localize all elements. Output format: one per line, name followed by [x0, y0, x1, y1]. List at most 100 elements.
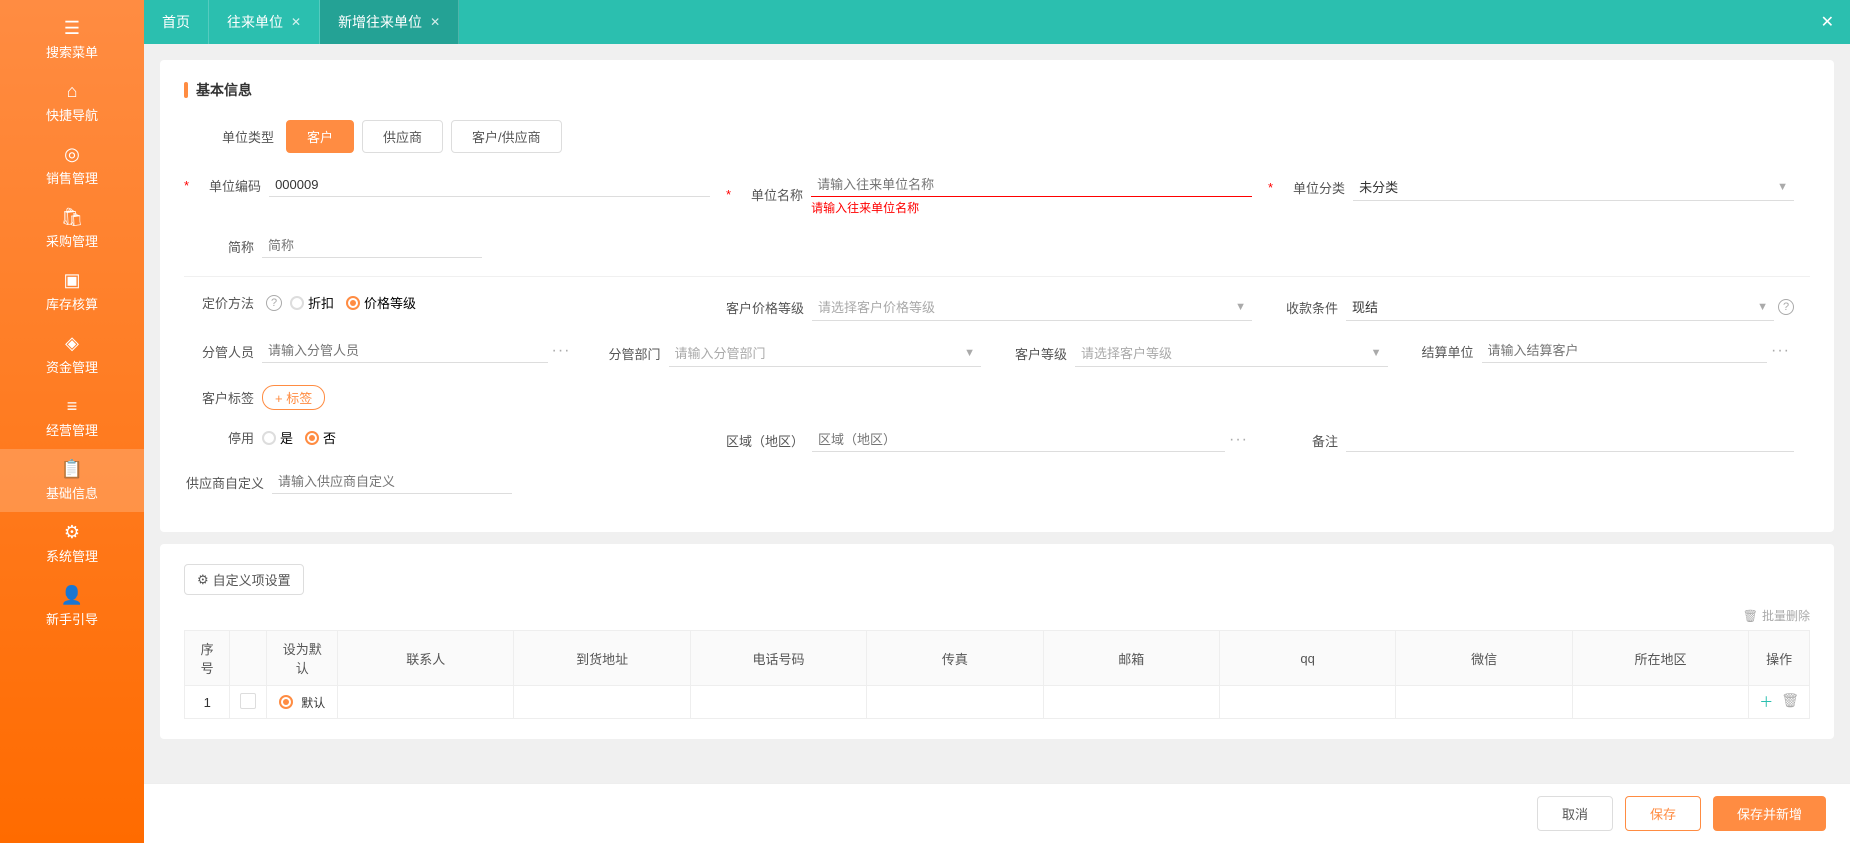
settlement-more-icon[interactable]: ··· — [1767, 342, 1794, 360]
sidebar-item-operations[interactable]: ≡ 经营管理 — [0, 386, 144, 449]
radio-discount[interactable]: 折扣 — [290, 293, 334, 312]
fax-input[interactable] — [877, 695, 1032, 710]
customer-price-arrow-icon: ▼ — [1235, 301, 1246, 313]
tab-home[interactable]: 首页 — [144, 0, 209, 44]
unit-code-input[interactable] — [269, 173, 710, 197]
col-fax: 传真 — [867, 631, 1043, 686]
close-counterparty-tab-icon[interactable]: ✕ — [291, 15, 301, 29]
qq-input[interactable] — [1230, 695, 1386, 710]
sidebar-item-sales[interactable]: ◎ 销售管理 — [0, 134, 144, 197]
field-customer-level: 客户等级 请选择客户等级 ▼ — [997, 339, 1388, 367]
sidebar-item-finance[interactable]: ◈ 资金管理 — [0, 323, 144, 386]
pricing-radio-group: 折扣 价格等级 — [290, 293, 416, 312]
field-payment-terms: 收款条件 现结 ▼ ? — [1268, 293, 1794, 321]
radio-price-level[interactable]: 价格等级 — [346, 293, 416, 312]
col-address: 到货地址 — [514, 631, 690, 686]
short-name-input[interactable] — [262, 234, 482, 258]
basic-info-icon: 📋 — [61, 459, 83, 480]
delete-row-icon[interactable]: 🗑 — [1781, 692, 1799, 712]
newbie-icon: 👤 — [61, 585, 83, 606]
cell-phone[interactable] — [690, 686, 866, 719]
payment-terms-arrow-icon: ▼ — [1757, 301, 1768, 313]
department-select[interactable]: 请输入分管部门 ▼ — [669, 339, 982, 367]
basic-info-card: 基本信息 单位类型 客户 供应商 客户/供应商 * 单位编码 * — [160, 60, 1834, 532]
field-unit-code: * 单位编码 — [184, 173, 710, 197]
payment-help-icon[interactable]: ? — [1778, 299, 1794, 315]
row-manager: 分管人员 ··· 分管部门 请输入分管部门 ▼ 客户等级 请选择客户等级 ▼ — [184, 339, 1810, 367]
sidebar-item-purchase[interactable]: 🛍 采购管理 — [0, 197, 144, 260]
supplier-custom-input[interactable] — [272, 470, 512, 494]
radio-no-circle — [305, 431, 319, 445]
row-tags: 客户标签 + 标签 — [184, 385, 1810, 410]
disable-radio-group: 是 否 — [262, 428, 336, 447]
sidebar-item-newbie[interactable]: 👤 新手引导 — [0, 575, 144, 638]
finance-icon: ◈ — [65, 333, 79, 354]
save-and-new-button[interactable]: 保存并新增 — [1713, 796, 1826, 831]
row-pricing: 定价方法 ? 折扣 价格等级 客户价格等级 — [184, 293, 1810, 321]
sidebar-item-basic-info[interactable]: 📋 基础信息 — [0, 449, 144, 512]
close-all-tabs-icon[interactable]: ✕ — [1805, 12, 1850, 32]
customer-level-select[interactable]: 请选择客户等级 ▼ — [1075, 339, 1388, 367]
pricing-help-icon[interactable]: ? — [266, 295, 282, 311]
cell-region[interactable] — [1572, 686, 1748, 719]
field-short-name: 简称 — [184, 234, 1794, 258]
payment-terms-select[interactable]: 现结 ▼ — [1346, 293, 1774, 321]
field-manager: 分管人员 ··· — [184, 339, 575, 363]
unit-type-btn-group: 客户 供应商 客户/供应商 — [286, 120, 562, 153]
batch-delete-area[interactable]: 🗑 批量删除 — [184, 607, 1810, 624]
row-disable: 停用 是 否 区域（地区） ··· — [184, 428, 1810, 452]
col-region: 所在地区 — [1572, 631, 1748, 686]
cell-wechat[interactable] — [1396, 686, 1572, 719]
field-region: 区域（地区） ··· — [726, 428, 1252, 452]
btn-supplier[interactable]: 供应商 — [362, 120, 443, 153]
unit-name-input[interactable] — [811, 173, 1252, 197]
settlement-input[interactable] — [1482, 339, 1768, 363]
address-input[interactable] — [524, 695, 679, 710]
add-tag-button[interactable]: + 标签 — [262, 385, 325, 410]
cell-fax[interactable] — [867, 686, 1043, 719]
region-table-input[interactable] — [1583, 695, 1738, 710]
default-radio-circle — [279, 695, 293, 709]
sidebar-item-system[interactable]: ⚙ 系统管理 — [0, 512, 144, 575]
customer-price-select[interactable]: 请选择客户价格等级 ▼ — [812, 293, 1252, 321]
unit-type-label: 单位类型 — [184, 127, 274, 146]
contact-input[interactable] — [348, 695, 503, 710]
btn-customer[interactable]: 客户 — [286, 120, 354, 153]
email-input[interactable] — [1054, 695, 1209, 710]
btn-both[interactable]: 客户/供应商 — [451, 120, 562, 153]
row-checkbox[interactable] — [240, 693, 256, 709]
add-row-icon[interactable]: ＋ — [1759, 692, 1773, 712]
field-customer-tag: 客户标签 + 标签 — [184, 385, 1794, 410]
field-note: 备注 — [1268, 428, 1794, 452]
sidebar-item-quick-nav[interactable]: ⌂ 快捷导航 — [0, 71, 144, 134]
sidebar-item-search[interactable]: ☰ 搜索菜单 — [0, 8, 144, 71]
custom-settings-button[interactable]: ⚙ 自定义项设置 — [184, 564, 304, 595]
sidebar-item-inventory[interactable]: ▣ 库存核算 — [0, 260, 144, 323]
radio-disable-no[interactable]: 否 — [305, 428, 336, 447]
tab-counterparty[interactable]: 往来单位 ✕ — [209, 0, 320, 44]
region-input[interactable] — [812, 428, 1225, 452]
manager-more-icon[interactable]: ··· — [548, 342, 575, 360]
cell-checkbox[interactable] — [230, 686, 267, 719]
cancel-button[interactable]: 取消 — [1537, 796, 1613, 831]
phone-input[interactable] — [701, 695, 856, 710]
contacts-table: 序号 设为默认 联系人 到货地址 电话号码 传真 邮箱 qq 微信 所在地区 操… — [184, 630, 1810, 719]
manager-input[interactable] — [262, 339, 548, 363]
wechat-input[interactable] — [1406, 695, 1561, 710]
cell-qq[interactable] — [1219, 686, 1396, 719]
field-unit-name: * 单位名称 请输入往来单位名称 — [726, 173, 1252, 216]
note-input[interactable] — [1346, 428, 1794, 452]
region-more-icon[interactable]: ··· — [1225, 431, 1252, 449]
close-new-counterparty-tab-icon[interactable]: ✕ — [430, 15, 440, 29]
cell-contact[interactable] — [338, 686, 514, 719]
unit-category-select[interactable]: 未分类 ▼ — [1353, 173, 1794, 201]
save-button[interactable]: 保存 — [1625, 796, 1701, 831]
sales-icon: ◎ — [64, 144, 80, 165]
radio-disable-yes[interactable]: 是 — [262, 428, 293, 447]
tab-new-counterparty[interactable]: 新增往来单位 ✕ — [320, 0, 459, 44]
default-radio[interactable]: 默认 — [277, 694, 327, 711]
cell-email[interactable] — [1043, 686, 1219, 719]
field-unit-category: * 单位分类 未分类 ▼ — [1268, 173, 1794, 201]
col-email: 邮箱 — [1043, 631, 1219, 686]
cell-address[interactable] — [514, 686, 690, 719]
